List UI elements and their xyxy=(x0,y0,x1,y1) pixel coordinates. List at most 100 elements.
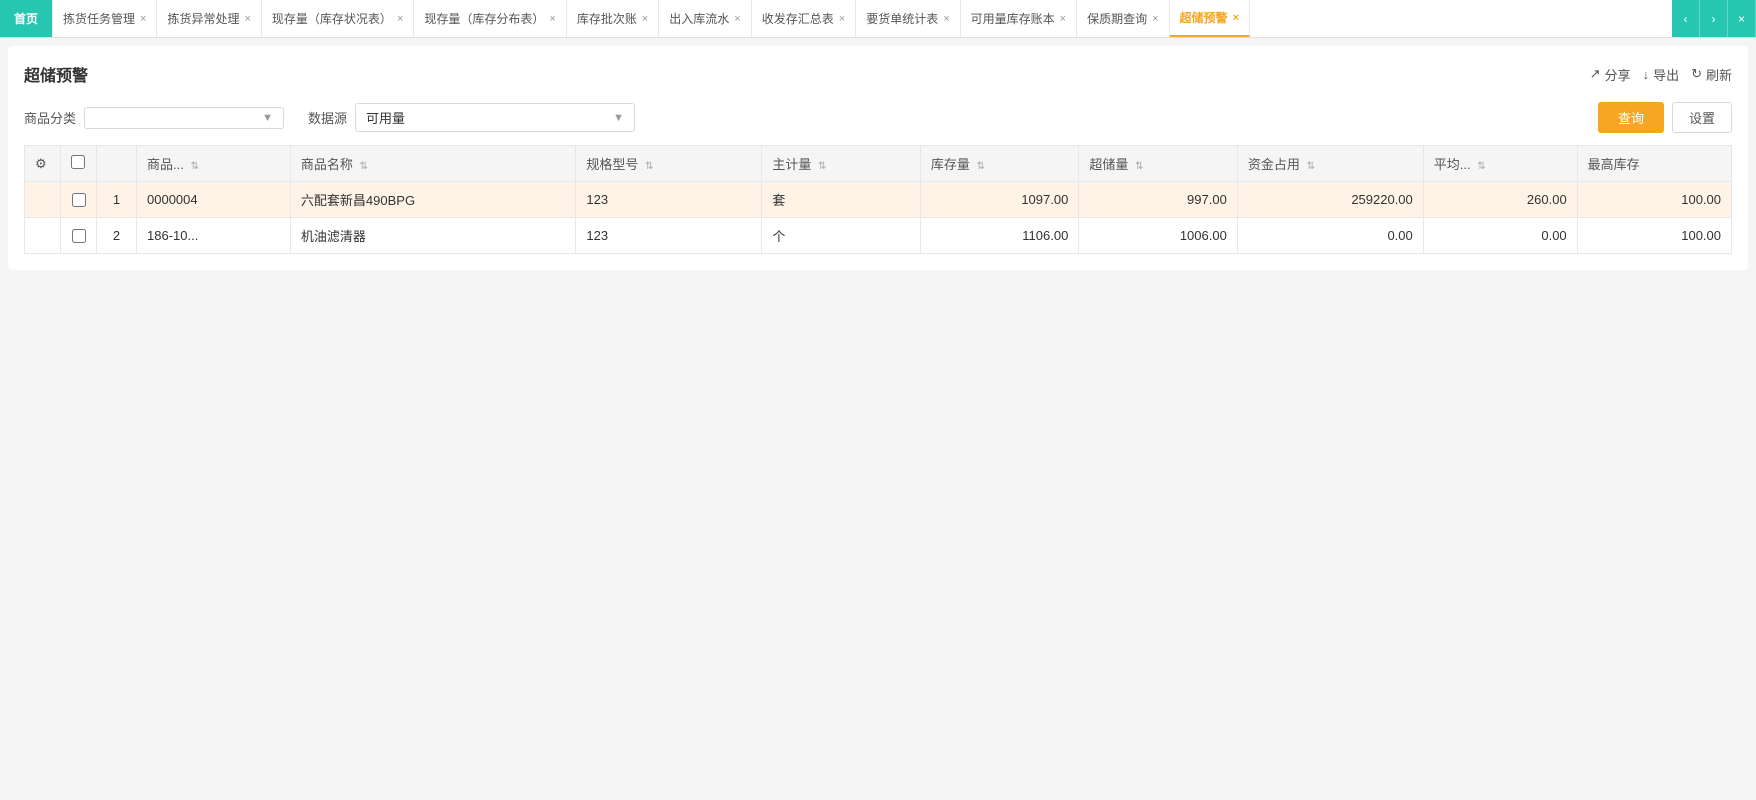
th-product-code[interactable]: 商品... ⇅ xyxy=(137,146,291,182)
td-gear-0 xyxy=(25,182,61,218)
td-checkbox-1[interactable] xyxy=(61,218,97,254)
datasource-label: 数据源 xyxy=(308,108,347,127)
close-tab-2[interactable]: × xyxy=(244,13,250,25)
top-nav: 首页 拣货任务管理 × 拣货异常处理 × 现存量（库存状况表） × 现存量（库存… xyxy=(0,0,1756,38)
td-product-code-1: 186-10... xyxy=(137,218,291,254)
nav-close-arrow[interactable]: × xyxy=(1728,0,1756,38)
datasource-select[interactable]: 可用量 ▼ xyxy=(355,103,635,132)
td-over-stock-1: 1006.00 xyxy=(1079,218,1237,254)
home-label: 首页 xyxy=(14,10,38,27)
td-product-code-0: 0000004 xyxy=(137,182,291,218)
data-table: ⚙ 商品... ⇅ 商品名称 ⇅ 规格型号 ⇅ xyxy=(24,145,1732,254)
nav-tab-1[interactable]: 拣货任务管理 × xyxy=(53,0,157,37)
close-tab-11[interactable]: × xyxy=(1233,12,1239,24)
th-checkbox[interactable] xyxy=(61,146,97,182)
header-actions: ↗ 分享 ↓ 导出 ↻ 刷新 xyxy=(1590,65,1732,84)
table-row: 1 0000004 六配套新昌490BPG 123 套 1097.00 997.… xyxy=(25,182,1732,218)
nav-tab-9[interactable]: 可用量库存账本 × xyxy=(961,0,1077,37)
td-product-name-1: 机油滤清器 xyxy=(290,218,576,254)
table-body: 1 0000004 六配套新昌490BPG 123 套 1097.00 997.… xyxy=(25,182,1732,254)
nav-tab-8[interactable]: 要货单统计表 × xyxy=(856,0,960,37)
tab-label-10: 保质期查询 xyxy=(1087,10,1147,27)
tab-label-5: 库存批次账 xyxy=(577,10,637,27)
filter-row: 商品分类 ▼ 数据源 可用量 ▼ 查询 设置 xyxy=(24,102,1732,133)
nav-home[interactable]: 首页 xyxy=(0,0,53,37)
close-tab-8[interactable]: × xyxy=(943,13,949,25)
row-checkbox-1[interactable] xyxy=(72,229,86,243)
th-max-stock[interactable]: 最高库存 xyxy=(1577,146,1731,182)
th-avg[interactable]: 平均... ⇅ xyxy=(1423,146,1577,182)
share-icon: ↗ xyxy=(1590,66,1601,82)
td-capital-1: 0.00 xyxy=(1237,218,1423,254)
nav-tab-2[interactable]: 拣货异常处理 × xyxy=(157,0,261,37)
tab-label-8: 要货单统计表 xyxy=(866,10,938,27)
settings-button[interactable]: 设置 xyxy=(1672,102,1732,133)
nav-tab-10[interactable]: 保质期查询 × xyxy=(1077,0,1169,37)
th-over-stock[interactable]: 超储量 ⇅ xyxy=(1079,146,1237,182)
td-gear-1 xyxy=(25,218,61,254)
tab-label-7: 收发存汇总表 xyxy=(762,10,834,27)
td-capital-0: 259220.00 xyxy=(1237,182,1423,218)
sort-icon-avg: ⇅ xyxy=(1477,161,1485,172)
sort-icon-name: ⇅ xyxy=(360,161,368,172)
nav-next-arrow[interactable]: › xyxy=(1700,0,1728,38)
tab-label-9: 可用量库存账本 xyxy=(971,10,1055,27)
query-button[interactable]: 查询 xyxy=(1598,102,1664,133)
td-checkbox-0[interactable] xyxy=(61,182,97,218)
export-button[interactable]: ↓ 导出 xyxy=(1643,65,1680,84)
nav-prev-arrow[interactable]: ‹ xyxy=(1672,0,1700,38)
close-tab-1[interactable]: × xyxy=(140,13,146,25)
filter-buttons: 查询 设置 xyxy=(1598,102,1732,133)
tab-label-6: 出入库流水 xyxy=(669,10,729,27)
td-row-num-1: 2 xyxy=(97,218,137,254)
export-icon: ↓ xyxy=(1643,67,1650,82)
td-max-stock-1: 100.00 xyxy=(1577,218,1731,254)
nav-tab-7[interactable]: 收发存汇总表 × xyxy=(752,0,856,37)
th-gear[interactable]: ⚙ xyxy=(25,146,61,182)
close-tab-4[interactable]: × xyxy=(549,13,555,25)
td-avg-0: 260.00 xyxy=(1423,182,1577,218)
th-unit[interactable]: 主计量 ⇅ xyxy=(762,146,920,182)
close-tab-10[interactable]: × xyxy=(1152,13,1158,25)
th-spec[interactable]: 规格型号 ⇅ xyxy=(576,146,762,182)
tab-label-11: 超储预警 xyxy=(1180,9,1228,26)
th-capital[interactable]: 资金占用 ⇅ xyxy=(1237,146,1423,182)
tab-label-2: 拣货异常处理 xyxy=(167,10,239,27)
refresh-button[interactable]: ↻ 刷新 xyxy=(1691,65,1732,84)
export-label: 导出 xyxy=(1653,65,1679,84)
close-tab-3[interactable]: × xyxy=(397,13,403,25)
sort-icon-capital: ⇅ xyxy=(1306,161,1314,172)
td-product-name-0: 六配套新昌490BPG xyxy=(290,182,576,218)
category-select[interactable]: ▼ xyxy=(84,107,284,129)
category-select-arrow: ▼ xyxy=(262,112,273,124)
share-button[interactable]: ↗ 分享 xyxy=(1590,65,1631,84)
nav-tab-5[interactable]: 库存批次账 × xyxy=(567,0,659,37)
nav-tab-6[interactable]: 出入库流水 × xyxy=(659,0,751,37)
datasource-select-arrow: ▼ xyxy=(613,112,624,124)
share-label: 分享 xyxy=(1605,65,1631,84)
td-row-num-0: 1 xyxy=(97,182,137,218)
sort-icon-unit: ⇅ xyxy=(818,161,826,172)
close-tab-6[interactable]: × xyxy=(734,13,740,25)
row-checkbox-0[interactable] xyxy=(72,193,86,207)
close-tab-7[interactable]: × xyxy=(839,13,845,25)
close-tab-9[interactable]: × xyxy=(1060,13,1066,25)
datasource-select-value: 可用量 xyxy=(366,108,405,127)
page-header: 超储预警 ↗ 分享 ↓ 导出 ↻ 刷新 xyxy=(24,62,1732,86)
nav-tab-11[interactable]: 超储预警 × xyxy=(1170,0,1250,37)
filter-datasource: 数据源 可用量 ▼ xyxy=(308,103,635,132)
select-all-checkbox[interactable] xyxy=(71,155,85,169)
nav-tab-3[interactable]: 现存量（库存状况表） × xyxy=(262,0,414,37)
td-spec-1: 123 xyxy=(576,218,762,254)
page-content: 超储预警 ↗ 分享 ↓ 导出 ↻ 刷新 商品分类 ▼ 数据源 xyxy=(8,46,1748,270)
table-header: ⚙ 商品... ⇅ 商品名称 ⇅ 规格型号 ⇅ xyxy=(25,146,1732,182)
close-tab-5[interactable]: × xyxy=(642,13,648,25)
sort-icon-spec: ⇅ xyxy=(645,161,653,172)
tab-label-3: 现存量（库存状况表） xyxy=(272,10,392,27)
filter-category: 商品分类 ▼ xyxy=(24,107,284,129)
th-product-name[interactable]: 商品名称 ⇅ xyxy=(290,146,576,182)
sort-icon-over-stock: ⇅ xyxy=(1135,161,1143,172)
table-row: 2 186-10... 机油滤清器 123 个 1106.00 1006.00 … xyxy=(25,218,1732,254)
th-stock[interactable]: 库存量 ⇅ xyxy=(920,146,1078,182)
nav-tab-4[interactable]: 现存量（库存分布表） × xyxy=(414,0,566,37)
